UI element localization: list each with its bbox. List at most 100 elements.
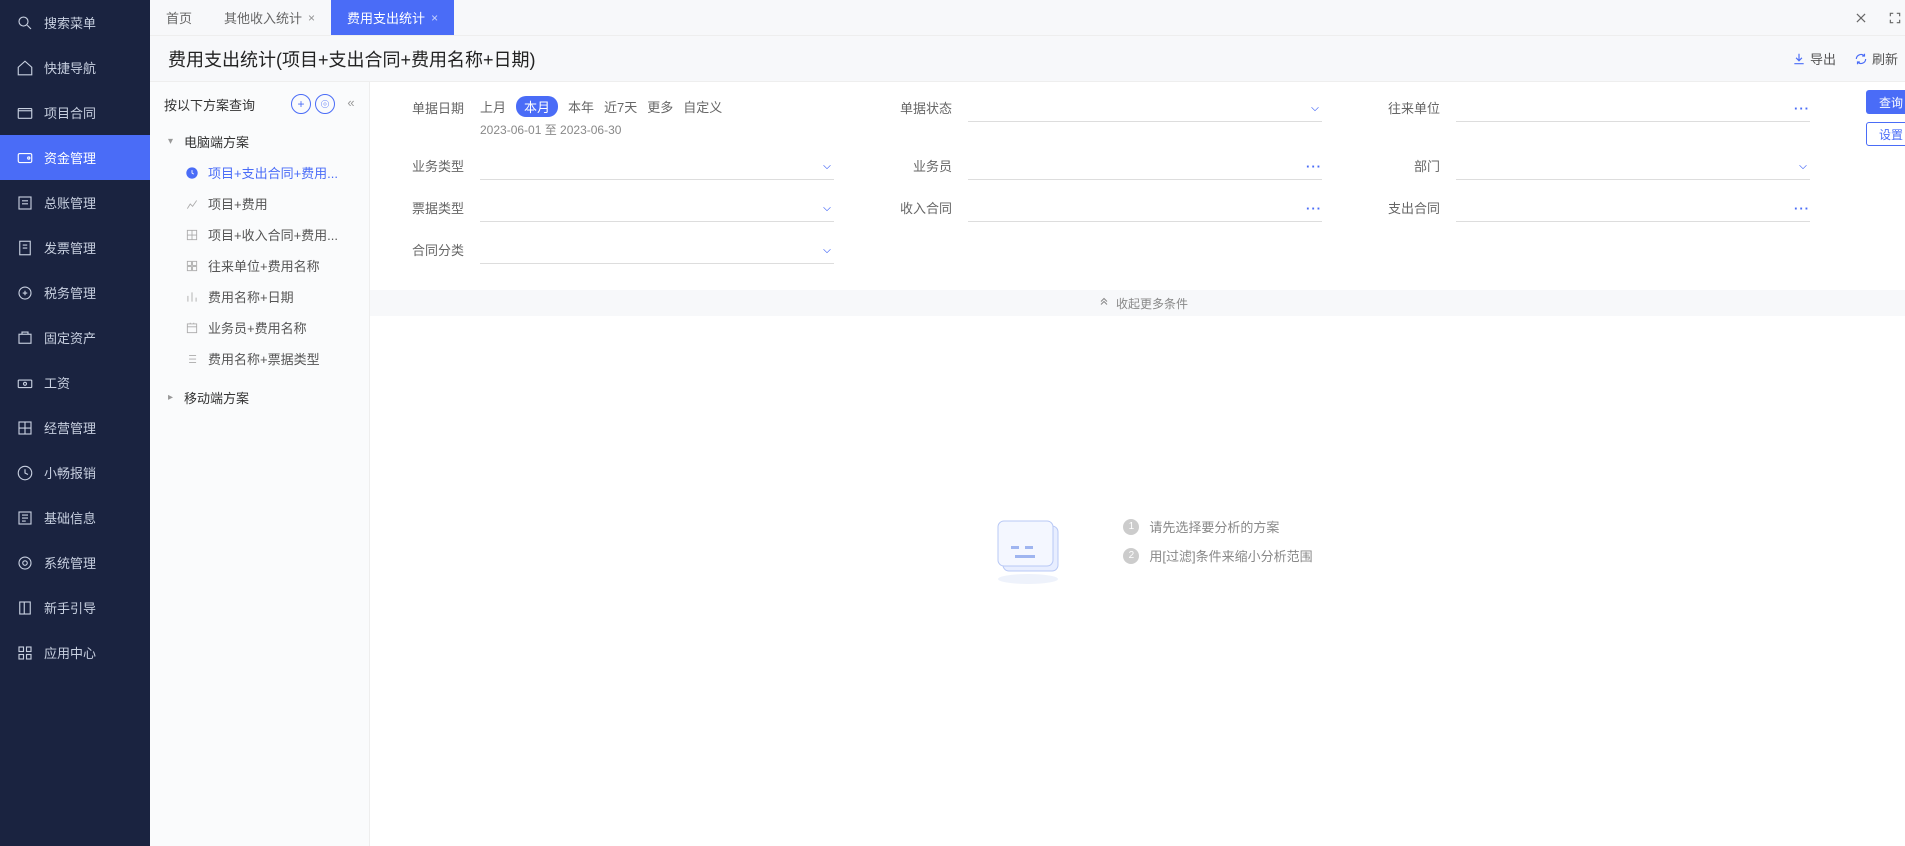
more-icon: ··· (1306, 201, 1322, 216)
tab-home[interactable]: 首页 (150, 0, 208, 35)
biz-type-select[interactable] (480, 154, 834, 180)
empty-step-2: 2 用[过滤]条件来缩小分析范围 (1123, 546, 1312, 565)
ledger-icon (16, 194, 34, 212)
caret-right-icon: ▸ (168, 392, 178, 403)
home-icon (16, 59, 34, 77)
sidebar-item-ledger[interactable]: 总账管理 (0, 180, 150, 225)
tree-item-0[interactable]: 项目+支出合同+费用... (150, 157, 369, 188)
scheme-settings-button[interactable] (315, 94, 335, 114)
ticket-type-select[interactable] (480, 196, 834, 222)
tab-expense-stats[interactable]: 费用支出统计 × (331, 0, 454, 35)
sidebar: 搜索菜单 快捷导航 项目合同 资金管理 总账管理 发票管理 税务管理 固定资产 (0, 0, 150, 846)
date-opt-7days[interactable]: 近7天 (604, 97, 637, 116)
export-button[interactable]: 导出 (1792, 49, 1836, 68)
sidebar-item-tax[interactable]: 税务管理 (0, 270, 150, 315)
titlebar: 费用支出统计(项目+支出合同+费用名称+日期) 导出 刷新 (150, 36, 1905, 82)
settings-button[interactable]: 设置 (1866, 122, 1905, 146)
more-icon: ··· (1306, 159, 1322, 174)
dept-select[interactable] (1456, 154, 1810, 180)
field-label: 单据日期 (394, 96, 464, 117)
sidebar-item-expense[interactable]: 小畅报销 (0, 450, 150, 495)
page-title: 费用支出统计(项目+支出合同+费用名称+日期) (168, 46, 536, 72)
date-opt-more[interactable]: 更多 (647, 97, 673, 116)
tree-item-label: 往来单位+费用名称 (208, 256, 320, 275)
sidebar-item-salary[interactable]: 工资 (0, 360, 150, 405)
guide-icon (16, 599, 34, 617)
sidebar-item-apps[interactable]: 应用中心 (0, 630, 150, 675)
tree-item-1[interactable]: 项目+费用 (150, 188, 369, 219)
sidebar-item-business[interactable]: 经营管理 (0, 405, 150, 450)
tab-label: 首页 (166, 8, 192, 27)
date-opt-this-year[interactable]: 本年 (568, 97, 594, 116)
business-icon (16, 419, 34, 437)
sidebar-label: 固定资产 (44, 328, 96, 347)
query-button[interactable]: 查询 (1866, 90, 1905, 114)
step-text: 请先选择要分析的方案 (1149, 517, 1279, 536)
date-opt-this-month[interactable]: 本月 (516, 96, 558, 117)
asset-icon (16, 329, 34, 347)
sidebar-item-guide[interactable]: 新手引导 (0, 585, 150, 630)
tree-item-3[interactable]: 往来单位+费用名称 (150, 250, 369, 281)
sidebar-label: 搜索菜单 (44, 13, 96, 32)
tab-other-income[interactable]: 其他收入统计 × (208, 0, 331, 35)
collapse-filters-button[interactable]: 收起更多条件 (370, 290, 1905, 316)
grid2-icon (184, 258, 200, 274)
contract-class-select[interactable] (480, 238, 834, 264)
tree-group-mobile[interactable]: ▸ 移动端方案 (150, 382, 369, 413)
expense-contract-select[interactable]: ··· (1456, 196, 1810, 222)
folder-icon (16, 104, 34, 122)
collapse-panel-button[interactable]: « (343, 94, 359, 110)
add-scheme-button[interactable]: + (291, 94, 311, 114)
field-contract-class: 合同分类 (394, 238, 834, 264)
close-icon[interactable]: × (308, 11, 315, 25)
sidebar-item-project[interactable]: 项目合同 (0, 90, 150, 135)
sidebar-label: 项目合同 (44, 103, 96, 122)
sidebar-item-system[interactable]: 系统管理 (0, 540, 150, 585)
tree-item-5[interactable]: 业务员+费用名称 (150, 312, 369, 343)
status-select[interactable] (968, 96, 1322, 122)
sidebar-item-info[interactable]: 基础信息 (0, 495, 150, 540)
tree-group-label: 电脑端方案 (184, 132, 249, 151)
step-number-icon: 2 (1123, 548, 1139, 564)
chart-icon (184, 196, 200, 212)
tree-group-desktop[interactable]: ▾ 电脑端方案 (150, 126, 369, 157)
field-label: 合同分类 (394, 238, 464, 259)
sidebar-item-fund[interactable]: 资金管理 (0, 135, 150, 180)
partner-select[interactable]: ··· (1456, 96, 1810, 122)
salary-icon (16, 374, 34, 392)
date-opt-custom[interactable]: 自定义 (683, 97, 722, 116)
income-contract-select[interactable]: ··· (968, 196, 1322, 222)
collapse-label: 收起更多条件 (1116, 295, 1188, 312)
empty-state: 1 请先选择要分析的方案 2 用[过滤]条件来缩小分析范围 (370, 316, 1905, 846)
scheme-title: 按以下方案查询 (164, 95, 255, 114)
sidebar-item-nav[interactable]: 快捷导航 (0, 45, 150, 90)
clock-icon (184, 165, 200, 181)
tree-item-2[interactable]: 项目+收入合同+费用... (150, 219, 369, 250)
tab-label: 费用支出统计 (347, 8, 425, 27)
salesman-select[interactable]: ··· (968, 154, 1322, 180)
tree-item-4[interactable]: 费用名称+日期 (150, 281, 369, 312)
close-all-button[interactable] (1850, 7, 1872, 29)
sidebar-item-asset[interactable]: 固定资产 (0, 315, 150, 360)
expense-icon (16, 464, 34, 482)
sidebar-label: 资金管理 (44, 148, 96, 167)
refresh-button[interactable]: 刷新 (1854, 49, 1898, 68)
sidebar-item-invoice[interactable]: 发票管理 (0, 225, 150, 270)
system-icon (16, 554, 34, 572)
tab-label: 其他收入统计 (224, 8, 302, 27)
field-expense-contract: 支出合同 ··· (1370, 196, 1810, 222)
field-label: 部门 (1370, 154, 1440, 175)
calendar-icon (184, 320, 200, 336)
field-label: 支出合同 (1370, 196, 1440, 217)
export-label: 导出 (1810, 49, 1836, 68)
tree-item-6[interactable]: 费用名称+票据类型 (150, 343, 369, 374)
tree-item-label: 项目+收入合同+费用... (208, 225, 338, 244)
sidebar-item-search[interactable]: 搜索菜单 (0, 0, 150, 45)
field-label: 业务类型 (394, 154, 464, 175)
date-opt-prev-month[interactable]: 上月 (480, 97, 506, 116)
close-icon[interactable]: × (431, 11, 438, 25)
fullscreen-button[interactable] (1884, 7, 1905, 29)
field-label: 收入合同 (882, 196, 952, 217)
invoice-icon (16, 239, 34, 257)
sidebar-label: 发票管理 (44, 238, 96, 257)
